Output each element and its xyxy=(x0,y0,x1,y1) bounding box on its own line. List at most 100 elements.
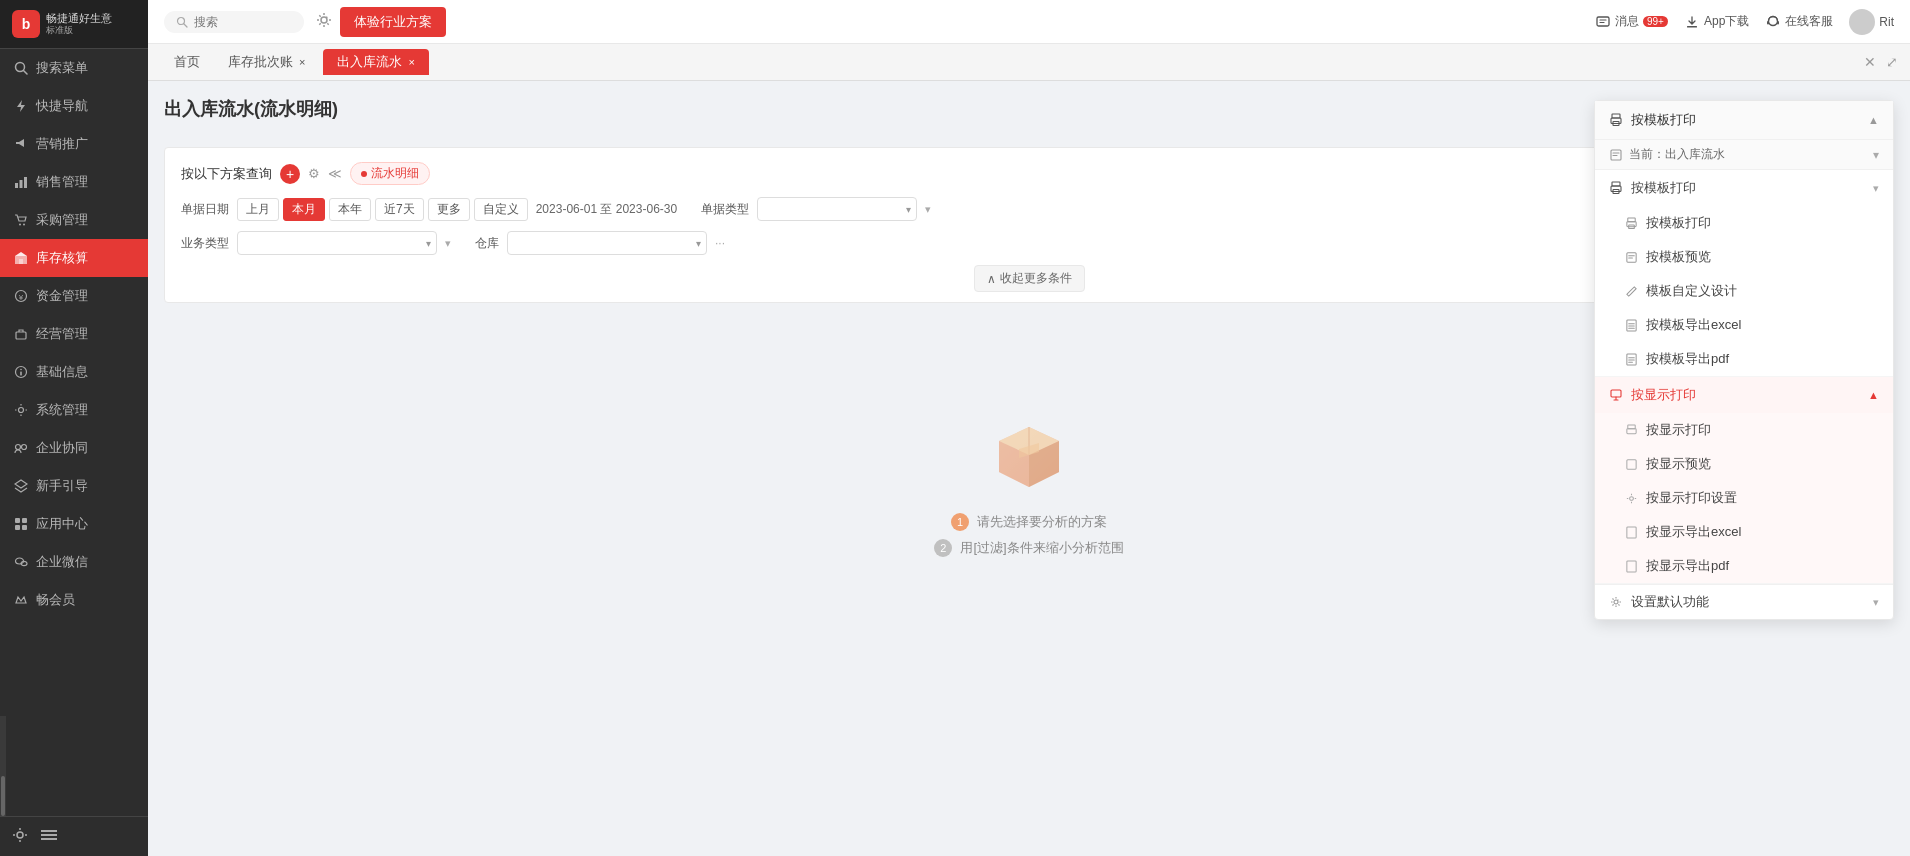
pdf-icon xyxy=(1625,353,1638,366)
window-close-btn[interactable]: ✕ xyxy=(1864,54,1876,70)
filter-warehouse-item: 仓库 ··· xyxy=(475,231,725,255)
message-btn[interactable]: 消息 99+ xyxy=(1595,13,1668,30)
sidebar-item-app-center[interactable]: 应用中心 xyxy=(0,505,148,543)
date-btn-custom[interactable]: 自定义 xyxy=(474,198,528,221)
tab-inventory-batch[interactable]: 库存批次账 × xyxy=(214,49,319,75)
dropdown-item-display-export-excel[interactable]: 按显示导出excel xyxy=(1595,515,1893,549)
svg-rect-52 xyxy=(1612,182,1620,186)
sidebar-item-new-guide[interactable]: 新手引导 xyxy=(0,467,148,505)
sidebar-search[interactable]: 搜索菜单 xyxy=(0,49,148,87)
dropdown-item-display-print-settings[interactable]: 按显示打印设置 xyxy=(1595,481,1893,515)
sidebar-nav: 快捷导航 营销推广 销售管理 采购管理 库存核算 ¥ 资金管理 经 xyxy=(0,87,148,716)
doc-type-chevron[interactable]: ▾ xyxy=(925,203,931,216)
sidebar-item-operations[interactable]: 经营管理 xyxy=(0,315,148,353)
date-btn-this-month[interactable]: 本月 xyxy=(283,198,325,221)
preview-icon xyxy=(1625,251,1638,264)
dropdown-template-header[interactable]: 按模板打印 ▾ xyxy=(1595,170,1893,206)
svg-rect-20 xyxy=(15,518,20,523)
sidebar-item-system[interactable]: 系统管理 xyxy=(0,391,148,429)
dropdown-item-display-print[interactable]: 按显示打印 xyxy=(1595,413,1893,447)
sidebar-item-quick-nav[interactable]: 快捷导航 xyxy=(0,87,148,125)
date-btn-more[interactable]: 更多 xyxy=(428,198,470,221)
sidebar-scroll-thumb[interactable] xyxy=(1,776,5,816)
svg-rect-34 xyxy=(1597,17,1609,26)
filter-settings-icon[interactable]: ⚙ xyxy=(308,166,320,181)
sub-display-pdf-icon xyxy=(1625,560,1638,573)
business-type-chevron[interactable]: ▾ xyxy=(445,237,451,250)
dropdown-display-header[interactable]: 按显示打印 ▲ xyxy=(1595,377,1893,413)
svg-rect-21 xyxy=(22,518,27,523)
dropdown-item-display-export-pdf[interactable]: 按显示导出pdf xyxy=(1595,549,1893,583)
svg-rect-3 xyxy=(15,183,18,188)
sidebar-item-purchase[interactable]: 采购管理 xyxy=(0,201,148,239)
industry-solution-btn[interactable]: 体验行业方案 xyxy=(340,7,446,37)
app-download-btn[interactable]: App下载 xyxy=(1684,13,1749,30)
dropdown-current: 当前：出入库流水 ▾ xyxy=(1595,140,1893,170)
tab-home[interactable]: 首页 xyxy=(164,49,210,75)
sidebar-item-marketing[interactable]: 营销推广 xyxy=(0,125,148,163)
dropdown-group-template: 按模板打印 ▾ 按模板打印 按模板预览 模板自定义设计 按模板导出excel 按… xyxy=(1595,170,1893,377)
date-btn-7days[interactable]: 近7天 xyxy=(375,198,424,221)
collapse-conditions-btn[interactable]: ∧ 收起更多条件 xyxy=(974,265,1085,292)
sidebar-item-membership[interactable]: 畅会员 xyxy=(0,581,148,619)
svg-rect-22 xyxy=(15,525,20,530)
sidebar-item-enterprise-wechat[interactable]: 企业微信 xyxy=(0,543,148,581)
svg-rect-10 xyxy=(19,259,23,264)
svg-point-17 xyxy=(19,408,24,413)
filter-type-tag: 流水明细 xyxy=(350,162,430,185)
sub-display-preview-icon xyxy=(1625,458,1638,471)
tab-inout-flow[interactable]: 出入库流水 × xyxy=(323,49,428,75)
svg-point-18 xyxy=(16,445,21,450)
dropdown-collapse-btn[interactable]: ▲ xyxy=(1868,114,1879,126)
sidebar-item-inventory[interactable]: 库存核算 xyxy=(0,239,148,277)
topbar-search-icon xyxy=(176,16,188,28)
sidebar-item-base-info[interactable]: 基础信息 xyxy=(0,353,148,391)
doc-type-select[interactable] xyxy=(757,197,917,221)
dropdown-footer-default[interactable]: 设置默认功能 ▾ xyxy=(1595,584,1893,619)
topbar-gear-btn[interactable] xyxy=(316,12,332,31)
warehouse-more-btn[interactable]: ··· xyxy=(715,236,725,250)
svg-marker-9 xyxy=(15,252,27,256)
sidebar-item-enterprise-collab[interactable]: 企业协同 xyxy=(0,429,148,467)
business-type-select[interactable] xyxy=(237,231,437,255)
current-template-icon xyxy=(1609,148,1623,162)
date-btn-this-year[interactable]: 本年 xyxy=(329,198,371,221)
dropdown-item-template-custom[interactable]: 模板自定义设计 xyxy=(1595,274,1893,308)
dropdown-item-template-preview[interactable]: 按模板预览 xyxy=(1595,240,1893,274)
sidebar-item-sales[interactable]: 销售管理 xyxy=(0,163,148,201)
dropdown-item-template-export-excel[interactable]: 按模板导出excel xyxy=(1595,308,1893,342)
topbar-search-input[interactable] xyxy=(194,15,274,29)
user-avatar-btn[interactable]: Rit xyxy=(1849,9,1894,35)
dropdown-item-template-print[interactable]: 按模板打印 xyxy=(1595,206,1893,240)
avatar xyxy=(1849,9,1875,35)
tab-close-inout-flow[interactable]: × xyxy=(408,56,414,68)
warehouse-input[interactable] xyxy=(507,231,707,255)
dropdown-header: 按模板打印 ▲ xyxy=(1595,101,1893,140)
window-expand-btn[interactable]: ⤢ xyxy=(1886,54,1898,70)
sidebar-item-finance[interactable]: ¥ 资金管理 xyxy=(0,277,148,315)
svg-rect-5 xyxy=(24,177,27,188)
tab-close-inventory-batch[interactable]: × xyxy=(299,56,305,68)
excel-icon xyxy=(1625,319,1638,332)
dropdown-item-display-preview[interactable]: 按显示预览 xyxy=(1595,447,1893,481)
filter-collapse-btn[interactable]: ≪ xyxy=(328,166,342,181)
svg-line-32 xyxy=(184,23,188,27)
svg-point-65 xyxy=(1630,496,1634,500)
online-service-btn[interactable]: 在线客服 xyxy=(1765,13,1833,30)
download-icon xyxy=(1684,14,1700,30)
topbar-search-box[interactable] xyxy=(164,11,304,33)
svg-point-15 xyxy=(20,369,22,371)
tab-bar: 首页 库存批次账 × 出入库流水 × xyxy=(148,44,1852,80)
date-btn-last-month[interactable]: 上月 xyxy=(237,198,279,221)
sidebar-collapse-btn[interactable] xyxy=(40,827,58,846)
dropdown-item-template-export-pdf[interactable]: 按模板导出pdf xyxy=(1595,342,1893,376)
svg-marker-2 xyxy=(17,100,25,112)
filter-add-btn[interactable]: + xyxy=(280,164,300,184)
headset-icon xyxy=(1765,14,1781,30)
dropdown-current-chevron[interactable]: ▾ xyxy=(1873,148,1879,162)
svg-rect-30 xyxy=(41,838,57,840)
svg-marker-26 xyxy=(16,597,26,603)
printer-icon-2 xyxy=(1609,113,1623,127)
sidebar-gear-btn[interactable] xyxy=(12,827,28,846)
svg-line-1 xyxy=(24,71,28,75)
